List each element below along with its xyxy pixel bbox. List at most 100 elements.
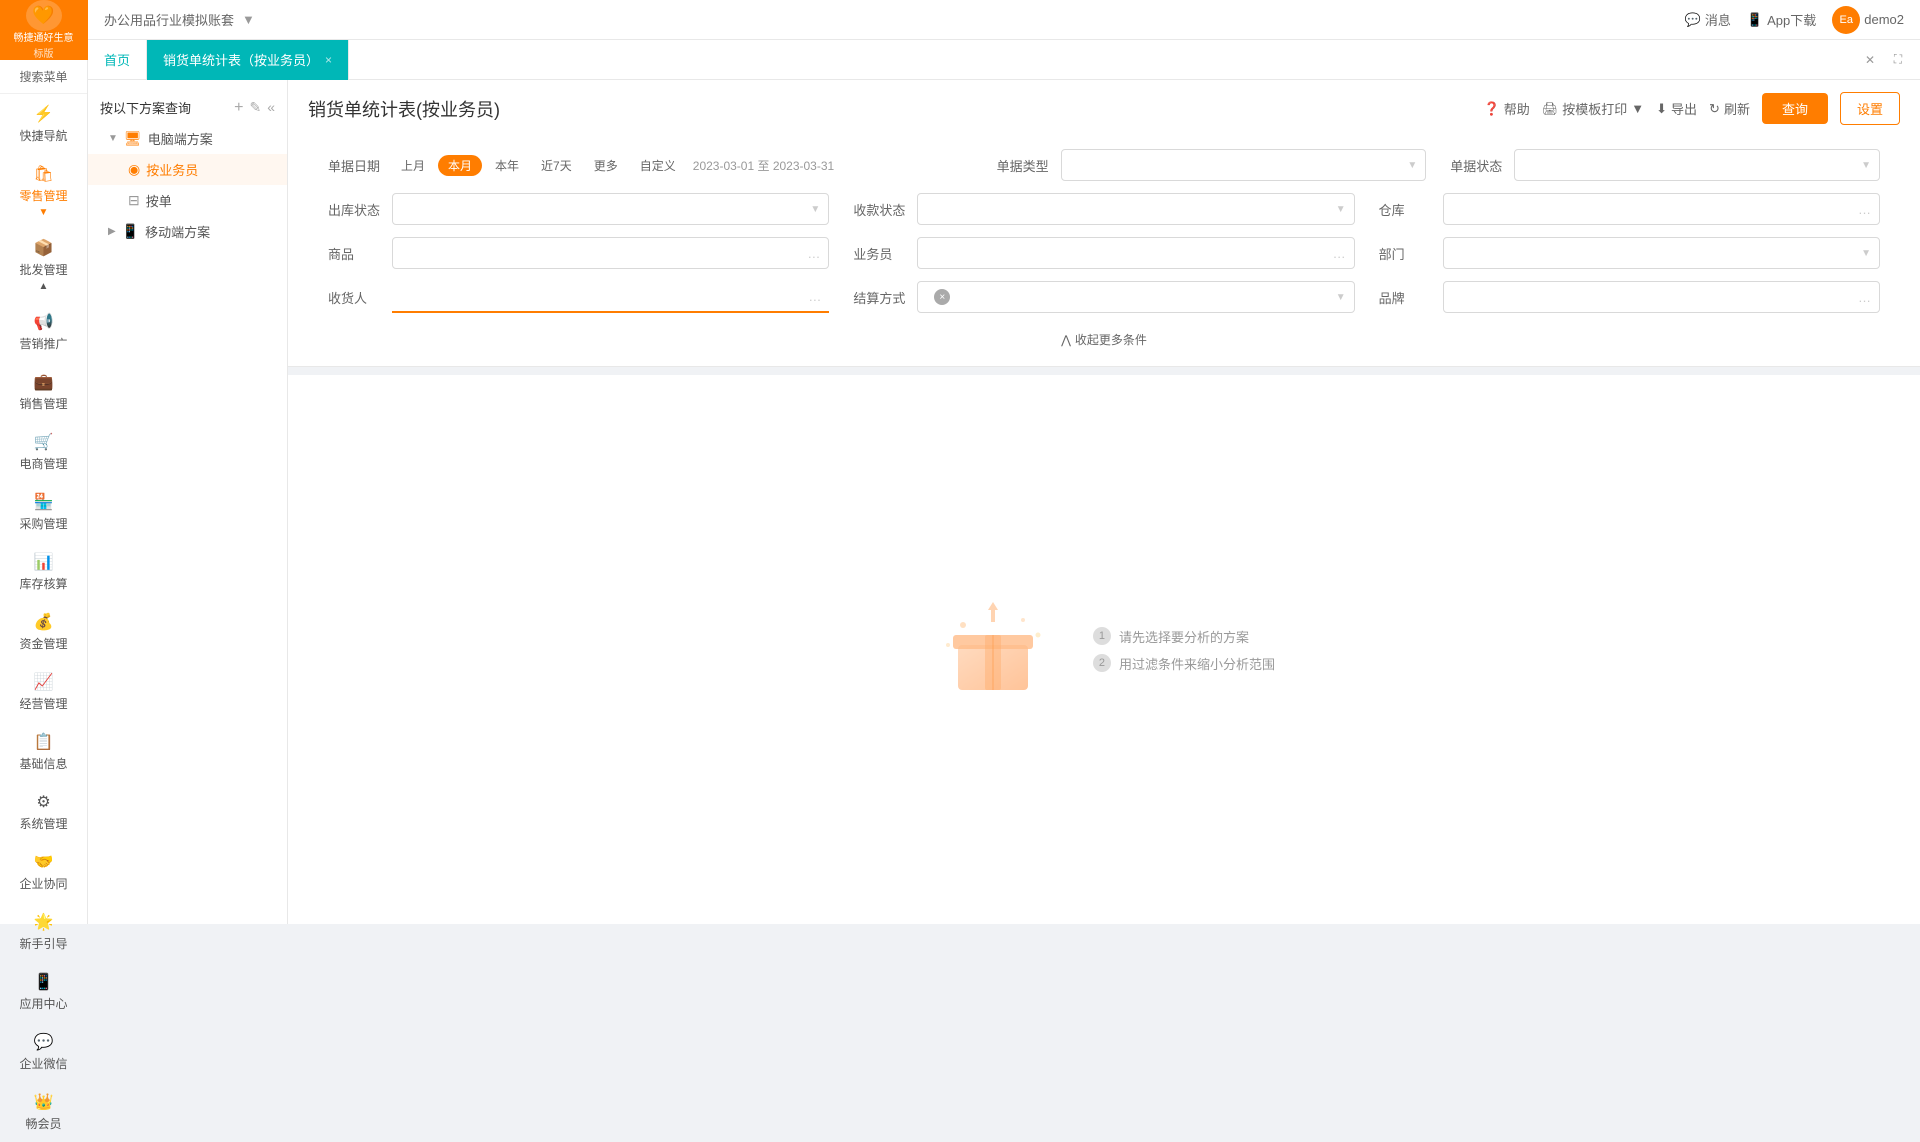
scheme-group-mobile[interactable]: ▶ 📱 移动端方案 <box>88 216 287 247</box>
settle-label: 结算方式 <box>853 288 909 307</box>
settle-clear-button[interactable]: × <box>934 289 950 305</box>
add-scheme-button[interactable]: + <box>234 99 243 117</box>
message-button[interactable]: 💬 消息 <box>1685 10 1731 29</box>
sidebar-item-ecommerce[interactable]: 🛒 电商管理 <box>0 422 87 482</box>
doc-type-input[interactable]: ▼ <box>1061 149 1427 181</box>
breadcrumb-dropdown-icon[interactable]: ▼ <box>242 12 255 27</box>
marketing-icon: 📢 <box>34 312 54 332</box>
tab-active[interactable]: 销货单统计表（按业务员） × <box>147 40 349 80</box>
warehouse-filter-item: 仓库 … <box>1379 193 1880 225</box>
refresh-label: 刷新 <box>1724 99 1750 118</box>
date-btn-current-month[interactable]: 本月 <box>438 155 482 176</box>
page-actions: ❓ 帮助 🖨 按模板打印 ▼ ⬇ 导出 ↻ <box>1484 92 1900 125</box>
goods-input[interactable]: … <box>392 237 829 269</box>
empty-step-1: 1 请先选择要分析的方案 <box>1093 627 1275 646</box>
user-avatar-area[interactable]: Ea demo2 <box>1832 6 1904 34</box>
sidebar-item-label: 资金管理 <box>19 635 67 652</box>
salesperson-filter-item: 业务员 … <box>853 237 1354 269</box>
operations-icon: 📈 <box>34 672 54 692</box>
doc-status-dropdown-icon: ▼ <box>1861 160 1871 171</box>
collapse-scheme-button[interactable]: « <box>267 99 275 117</box>
salesperson-input[interactable]: … <box>917 237 1354 269</box>
recv-status-label: 收款状态 <box>853 200 909 219</box>
expand-arrow-icon-mobile: ▶ <box>108 226 116 237</box>
collapse-filters-button[interactable]: ⋀ 收起更多条件 <box>328 325 1880 354</box>
doc-status-input[interactable]: ▼ <box>1514 149 1880 181</box>
sidebar-item-wholesale[interactable]: 📦 批发管理 ▲ <box>0 228 87 302</box>
empty-state-area: 1 请先选择要分析的方案 2 用过滤条件来缩小分析范围 <box>288 375 1920 924</box>
home-tab-label: 首页 <box>104 50 130 69</box>
edit-scheme-button[interactable]: ✎ <box>249 99 261 117</box>
consignee-filter-item: 收货人 … <box>328 281 829 313</box>
user-name-label: demo2 <box>1864 12 1904 27</box>
sidebar-item-purchase[interactable]: 🏪 采购管理 <box>0 482 87 542</box>
scheme-group-label: 电脑端方案 <box>148 129 213 148</box>
wholesale-icon: 📦 <box>34 238 54 258</box>
step-1-number: 1 <box>1093 627 1111 645</box>
sidebar-item-finance[interactable]: 💰 资金管理 <box>0 602 87 662</box>
sidebar-item-basic[interactable]: 📋 基础信息 <box>0 722 87 782</box>
refresh-icon: ↻ <box>1709 101 1720 117</box>
window-close-button[interactable]: ✕ <box>1860 50 1880 70</box>
out-status-label: 出库状态 <box>328 200 384 219</box>
sidebar-item-quick-nav[interactable]: ⚡ 快捷导航 <box>0 94 87 154</box>
scheme-item-by-order[interactable]: ⊟ 按单 <box>88 185 287 216</box>
empty-illustration <box>933 600 1053 700</box>
date-btn-more[interactable]: 更多 <box>585 154 627 177</box>
sidebar-item-appstore[interactable]: 📱 应用中心 <box>0 962 87 1022</box>
sidebar-item-membership[interactable]: 👑 畅会员 <box>0 1082 87 1142</box>
sidebar-item-retail[interactable]: 🛍 零售管理 ▼ <box>0 154 87 228</box>
settle-input[interactable]: × ▼ <box>917 281 1354 313</box>
settle-filter-item: 结算方式 × ▼ <box>853 281 1354 313</box>
sidebar-item-system[interactable]: ⚙ 系统管理 <box>0 782 87 842</box>
main-area: 办公用品行业模拟账套 ▼ 💬 消息 📱 App下载 Ea demo2 首页 <box>88 0 1920 924</box>
date-btn-current-year[interactable]: 本年 <box>486 154 528 177</box>
sidebar-item-label: 基础信息 <box>19 755 67 772</box>
tabs-bar: 首页 销货单统计表（按业务员） × ✕ ⛶ <box>88 40 1920 80</box>
goods-filter-item: 商品 … <box>328 237 829 269</box>
page-header: 销货单统计表(按业务员) ❓ 帮助 🖨 按模板打印 ▼ ⬇ <box>288 80 1920 367</box>
brand-input[interactable]: … <box>1443 281 1880 313</box>
scheme-actions: + ✎ « <box>234 99 275 117</box>
export-button[interactable]: ⬇ 导出 <box>1656 99 1697 118</box>
right-content-panel: 销货单统计表(按业务员) ❓ 帮助 🖨 按模板打印 ▼ ⬇ <box>288 80 1920 924</box>
sidebar-item-newuser[interactable]: 🌟 新手引导 <box>0 902 87 962</box>
window-maximize-button[interactable]: ⛶ <box>1888 50 1908 70</box>
sidebar-item-label: 新手引导 <box>19 935 67 952</box>
settings-button[interactable]: 设置 <box>1840 92 1900 125</box>
scheme-item-by-salesperson[interactable]: ◉ 按业务员 <box>88 154 287 185</box>
refresh-button[interactable]: ↻ 刷新 <box>1709 99 1750 118</box>
tab-home[interactable]: 首页 <box>88 40 147 80</box>
sidebar-item-sales[interactable]: 💼 销售管理 <box>0 362 87 422</box>
sidebar-item-inventory[interactable]: 📊 库存核算 <box>0 542 87 602</box>
date-btn-custom[interactable]: 自定义 <box>631 154 685 177</box>
recv-status-input[interactable]: ▼ <box>917 193 1354 225</box>
export-icon: ⬇ <box>1656 101 1667 117</box>
sidebar-item-enterprise[interactable]: 🤝 企业协同 <box>0 842 87 902</box>
chevron-up-icon: ▲ <box>39 281 49 292</box>
message-label: 消息 <box>1705 10 1731 29</box>
help-button[interactable]: ❓ 帮助 <box>1484 99 1530 118</box>
expand-arrow-icon: ▼ <box>108 133 118 144</box>
consignee-input[interactable]: … <box>392 281 829 313</box>
search-menu-item[interactable]: 搜索菜单 <box>0 60 87 94</box>
query-button[interactable]: 查询 <box>1762 93 1828 124</box>
app-download-button[interactable]: 📱 App下载 <box>1747 10 1816 29</box>
doc-type-filter-item: 单据类型 ▼ <box>997 149 1427 181</box>
sidebar-item-marketing[interactable]: 📢 营销推广 <box>0 302 87 362</box>
date-btn-7days[interactable]: 近7天 <box>532 154 581 177</box>
sidebar-item-label: 电商管理 <box>19 455 67 472</box>
out-status-input[interactable]: ▼ <box>392 193 829 225</box>
warehouse-input[interactable]: … <box>1443 193 1880 225</box>
date-btn-last-month[interactable]: 上月 <box>392 154 434 177</box>
sidebar-item-wechat[interactable]: 💬 企业微信 <box>0 1022 87 1082</box>
sidebar-item-operations[interactable]: 📈 经营管理 <box>0 662 87 722</box>
scheme-group-desktop[interactable]: ▼ 🖥 电脑端方案 <box>88 123 287 154</box>
system-icon: ⚙ <box>36 792 50 812</box>
brand-more-icon: … <box>1858 290 1871 305</box>
template-print-button[interactable]: 🖨 按模板打印 ▼ <box>1542 99 1644 118</box>
dept-input[interactable]: ▼ <box>1443 237 1880 269</box>
help-icon: ❓ <box>1484 101 1500 117</box>
finance-icon: 💰 <box>34 612 54 632</box>
tab-close-button[interactable]: × <box>325 53 332 67</box>
